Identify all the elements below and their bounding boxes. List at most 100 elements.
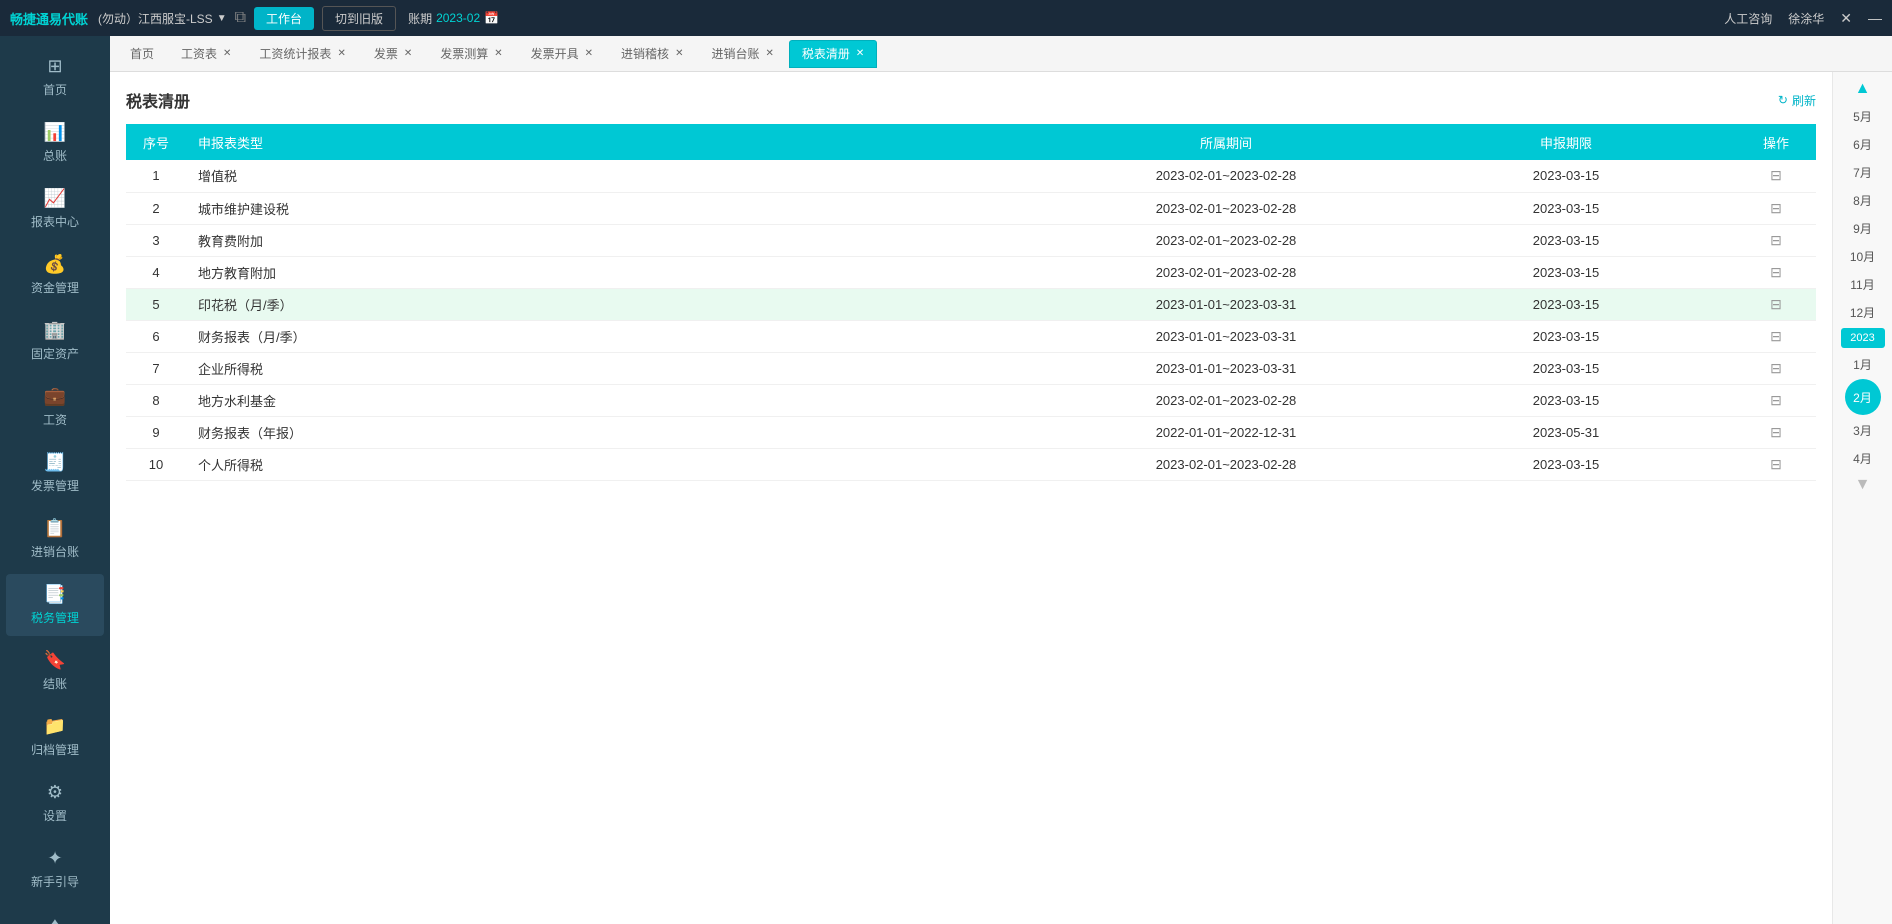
month-2-active[interactable]: 2月 [1845,379,1881,415]
sidebar-item-settle[interactable]: 🔖 结账 [6,640,104,702]
sidebar-item-label: 首页 [43,81,67,98]
sidebar-item-salary[interactable]: 💼 工资 [6,376,104,438]
tab-invoice-open-close[interactable]: ✕ [585,48,593,59]
tab-tax-clearance-close[interactable]: ✕ [856,48,864,59]
tab-salary-close[interactable]: ✕ [223,48,231,59]
cell-type: 城市维护建设税 [186,192,1056,224]
month-1[interactable]: 1月 [1841,351,1885,377]
action-doc-icon[interactable]: ⊟ [1770,200,1782,216]
sidebar-item-ledger[interactable]: 📊 总账 [6,112,104,174]
month-3[interactable]: 3月 [1841,417,1885,443]
cell-type: 增值税 [186,160,1056,192]
guide-icon: ✦ [47,848,62,869]
tab-invoice-calc[interactable]: 发票测算 ✕ [427,40,515,68]
cell-no: 10 [126,448,186,480]
sidebar-item-label: 工资 [43,411,67,428]
action-doc-icon[interactable]: ⊟ [1770,328,1782,344]
fixed-icon: 🏢 [44,320,66,341]
col-action: 操作 [1736,124,1816,160]
action-doc-icon[interactable]: ⊟ [1770,264,1782,280]
page-title-bar: 税表清册 ↻ 刷新 [126,88,1816,112]
tab-invoice-open[interactable]: 发票开具 ✕ [518,40,606,68]
switch-button[interactable]: 切到旧版 [322,6,396,31]
cell-deadline: 2023-03-15 [1396,320,1736,352]
sidebar-item-tax[interactable]: 📑 税务管理 [6,574,104,636]
month-12[interactable]: 12月 [1841,299,1885,325]
action-doc-icon[interactable]: ⊟ [1770,424,1782,440]
sidebar-item-guide[interactable]: ✦ 新手引导 [6,838,104,900]
tab-salary[interactable]: 工资表 ✕ [168,40,244,68]
fund-icon: 💰 [44,254,66,275]
col-deadline: 申报期限 [1396,124,1736,160]
action-doc-icon[interactable]: ⊟ [1770,392,1782,408]
tab-purchase-ledger-close[interactable]: ✕ [765,48,773,59]
company-dropdown-icon[interactable]: ▼ [217,13,227,24]
sidebar-item-fund[interactable]: 💰 资金管理 [6,244,104,306]
action-doc-icon[interactable]: ⊟ [1770,456,1782,472]
cell-action: ⊟ [1736,160,1816,192]
tax-icon: 📑 [44,584,66,605]
tab-salary-report[interactable]: 工资统计报表 ✕ [246,40,358,68]
sidebar-item-label: 发票管理 [31,477,79,494]
sidebar-item-purchase[interactable]: 📋 进销台账 [6,508,104,570]
cell-period: 2023-01-01~2023-03-31 [1056,352,1396,384]
cell-period: 2023-02-01~2023-02-28 [1056,224,1396,256]
col-type: 申报表类型 [186,124,1056,160]
table-body: 1 增值税 2023-02-01~2023-02-28 2023-03-15 ⊟… [126,160,1816,480]
purchase-icon: 📋 [44,518,66,539]
scroll-down-icon[interactable]: ▼ [1855,476,1871,494]
cell-period: 2022-01-01~2022-12-31 [1056,416,1396,448]
sidebar-item-label: 结账 [43,675,67,692]
page-content: 税表清册 ↻ 刷新 序号 申报表类型 所属期间 申报期限 操作 [110,72,1892,924]
tax-table: 序号 申报表类型 所属期间 申报期限 操作 1 增值税 2023-02-01~2… [126,124,1816,481]
scroll-up-icon[interactable]: ▲ [1855,80,1871,98]
action-doc-icon[interactable]: ⊟ [1770,167,1782,183]
cell-period: 2023-02-01~2023-02-28 [1056,448,1396,480]
cell-deadline: 2023-03-15 [1396,256,1736,288]
home-icon: ⊞ [47,56,62,77]
sidebar-item-home[interactable]: ⊞ 首页 [6,46,104,108]
tab-purchase-review-close[interactable]: ✕ [675,48,683,59]
tab-invoice-calc-close[interactable]: ✕ [494,48,502,59]
user-service[interactable]: 人工咨询 [1724,10,1772,27]
tab-invoice[interactable]: 发票 ✕ [361,40,425,68]
month-6[interactable]: 6月 [1841,131,1885,157]
sidebar-item-fixed[interactable]: 🏢 固定资产 [6,310,104,372]
sidebar-item-archive[interactable]: 📁 归档管理 [6,706,104,768]
tab-salary-report-close[interactable]: ✕ [337,48,345,59]
action-doc-icon[interactable]: ⊟ [1770,360,1782,376]
sidebar-item-settings[interactable]: ⚙ 设置 [6,772,104,834]
sidebar-item-label: 设置 [43,807,67,824]
cell-deadline: 2023-03-15 [1396,352,1736,384]
refresh-button[interactable]: ↻ 刷新 [1778,92,1816,109]
sidebar-item-report[interactable]: 📈 报表中心 [6,178,104,240]
cell-type: 印花税（月/季） [186,288,1056,320]
close-icon[interactable]: ✕ [1840,10,1852,27]
month-11[interactable]: 11月 [1841,271,1885,297]
action-doc-icon[interactable]: ⊟ [1770,232,1782,248]
calendar-icon[interactable]: 📅 [484,11,499,25]
tab-purchase-ledger[interactable]: 进销台账 ✕ [698,40,786,68]
sidebar-item-label: 新手引导 [31,873,79,890]
month-9[interactable]: 9月 [1841,215,1885,241]
month-10[interactable]: 10月 [1841,243,1885,269]
workspace-button[interactable]: 工作台 [254,7,314,30]
tab-tax-clearance[interactable]: 税表清册 ✕ [789,40,877,68]
month-7[interactable]: 7月 [1841,159,1885,185]
month-4[interactable]: 4月 [1841,445,1885,471]
month-8[interactable]: 8月 [1841,187,1885,213]
table-row: 8 地方水利基金 2023-02-01~2023-02-28 2023-03-1… [126,384,1816,416]
tab-purchase-review[interactable]: 进销稽核 ✕ [608,40,696,68]
sidebar-item-label: 总账 [43,147,67,164]
tab-home[interactable]: 首页 [118,40,166,68]
action-doc-icon[interactable]: ⊟ [1770,296,1782,312]
month-5[interactable]: 5月 [1841,103,1885,129]
tab-invoice-close[interactable]: ✕ [404,48,412,59]
salary-icon: 💼 [44,386,66,407]
sidebar-item-member[interactable]: ♦ 畅会员 [6,904,104,924]
company-selector[interactable]: (勿动）江西服宝-LSS ▼ [98,10,227,27]
sidebar-item-invoice-mgmt[interactable]: 🧾 发票管理 [6,442,104,504]
copy-icon[interactable]: ⧉ [235,9,246,27]
minimize-icon[interactable]: — [1868,10,1882,26]
sidebar: ⊞ 首页 📊 总账 📈 报表中心 💰 资金管理 🏢 固定资产 💼 工资 🧾 发票… [0,36,110,924]
